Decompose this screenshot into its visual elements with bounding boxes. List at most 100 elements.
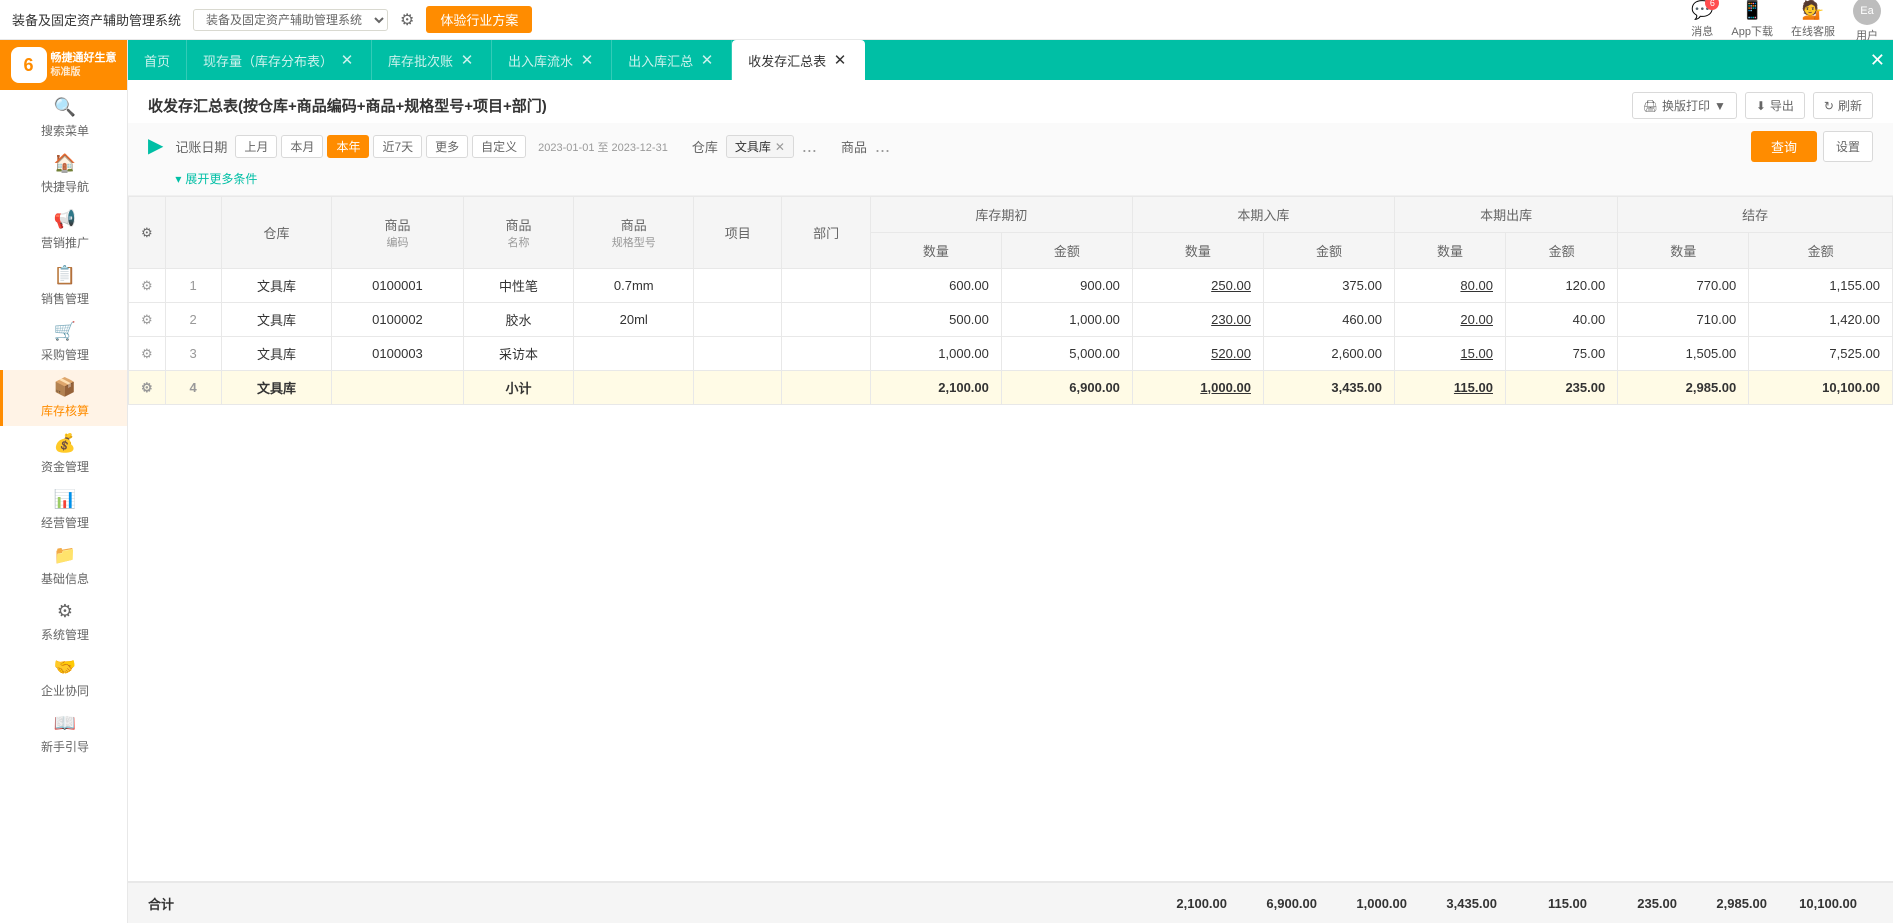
col-settings-header[interactable]: ⚙ <box>129 197 166 269</box>
tab-recv-send-summary-close[interactable]: ✕ <box>832 52 848 68</box>
row-out-qty[interactable]: 80.00 <box>1394 269 1505 303</box>
col-in-qty: 数量 <box>1132 233 1263 269</box>
tab-batch[interactable]: 库存批次账 ✕ <box>372 40 492 80</box>
tab-bar-close-all[interactable]: ✕ <box>1870 50 1893 71</box>
sidebar-item-system[interactable]: ⚙ 系统管理 <box>0 594 127 650</box>
tab-inout-summary[interactable]: 出入库汇总 ✕ <box>612 40 732 80</box>
message-icon-group[interactable]: 💬 6 消息 <box>1691 0 1713 39</box>
row-project <box>694 269 782 303</box>
row-code: 0100003 <box>332 337 463 371</box>
query-button[interactable]: 查询 <box>1751 131 1817 162</box>
sidebar-item-guide[interactable]: 📖 新手引导 <box>0 706 127 762</box>
row-goods-name: 小计 <box>463 371 574 405</box>
settings-icon[interactable]: ⚙ <box>400 10 414 30</box>
sidebar-item-quick[interactable]: 🏠 快捷导航 <box>0 146 127 202</box>
export-button[interactable]: ⬇ 导出 <box>1745 92 1805 119</box>
tab-home-label: 首页 <box>144 51 170 70</box>
avatar: Ea <box>1853 0 1881 25</box>
date-btn-last-month[interactable]: 上月 <box>235 135 277 158</box>
date-btn-more[interactable]: 更多 <box>426 135 468 158</box>
sidebar-item-label-purchase: 采购管理 <box>41 346 89 363</box>
warehouse-filter-label: 仓库 <box>692 137 718 156</box>
system-selector[interactable]: 装备及固定资产辅助管理系统 <box>193 9 388 31</box>
footer-out-qty: 115.00 <box>1513 896 1603 911</box>
tab-inout-summary-close[interactable]: ✕ <box>699 52 715 68</box>
tab-recv-send-summary[interactable]: 收发存汇总表 ✕ <box>732 40 865 80</box>
date-btn-this-year[interactable]: 本年 <box>327 135 369 158</box>
row-out-qty[interactable]: 15.00 <box>1394 337 1505 371</box>
row-settings[interactable]: ⚙ <box>129 337 166 371</box>
expand-label: 展开更多条件 <box>185 170 257 187</box>
row-settings[interactable]: ⚙ <box>129 303 166 337</box>
page-actions: 🖨 换版打印 ▼ ⬇ 导出 ↻ 刷新 <box>1632 92 1873 119</box>
print-icon: 🖨 <box>1643 99 1658 113</box>
app-download-icon-group[interactable]: 📱 App下载 <box>1731 0 1773 39</box>
tab-recv-send-summary-label: 收发存汇总表 <box>748 51 826 70</box>
col-group-in: 本期入库 <box>1132 197 1394 233</box>
sidebar-item-sales[interactable]: 📋 销售管理 <box>0 258 127 314</box>
date-btn-custom[interactable]: 自定义 <box>472 135 526 158</box>
sidebar-item-inventory[interactable]: 📦 库存核算 <box>0 370 127 426</box>
row-in-amt: 460.00 <box>1263 303 1394 337</box>
row-in-qty[interactable]: 1,000.00 <box>1132 371 1263 405</box>
row-in-qty[interactable]: 230.00 <box>1132 303 1263 337</box>
row-warehouse: 文具库 <box>221 337 332 371</box>
row-out-qty[interactable]: 115.00 <box>1394 371 1505 405</box>
warehouse-tag-close[interactable]: ✕ <box>775 140 785 154</box>
row-open-amt: 1,000.00 <box>1001 303 1132 337</box>
row-in-qty[interactable]: 520.00 <box>1132 337 1263 371</box>
data-table: ⚙ 仓库 商品编码 商品名称 商品规格型号 项目 部门 库存期初 本期入库 本 <box>128 196 1893 405</box>
col-spec-header: 商品规格型号 <box>574 197 694 269</box>
row-warehouse: 文具库 <box>221 269 332 303</box>
row-settings[interactable]: ⚙ <box>129 371 166 405</box>
sidebar-item-marketing[interactable]: 📢 营销推广 <box>0 202 127 258</box>
row-out-qty[interactable]: 20.00 <box>1394 303 1505 337</box>
date-btn-7days[interactable]: 近7天 <box>373 135 422 158</box>
date-btn-this-month[interactable]: 本月 <box>281 135 323 158</box>
setting-button[interactable]: 设置 <box>1823 131 1873 162</box>
tab-batch-close[interactable]: ✕ <box>459 52 475 68</box>
sidebar-item-basic[interactable]: 📁 基础信息 <box>0 538 127 594</box>
goods-more-icon[interactable]: ... <box>875 136 890 157</box>
tab-stock-dist-close[interactable]: ✕ <box>339 52 355 68</box>
col-project-header: 项目 <box>694 197 782 269</box>
warehouse-filter-tag[interactable]: 文具库 ✕ <box>726 135 794 158</box>
row-in-qty[interactable]: 250.00 <box>1132 269 1263 303</box>
footer-in-amt: 3,435.00 <box>1423 896 1513 911</box>
row-bal-qty: 710.00 <box>1618 303 1749 337</box>
row-dept <box>782 303 870 337</box>
system-icon: ⚙ <box>57 601 73 622</box>
row-num: 2 <box>165 303 221 337</box>
service-icon-group[interactable]: 💁 在线客服 <box>1791 0 1835 39</box>
col-out-qty: 数量 <box>1394 233 1505 269</box>
row-num: 1 <box>165 269 221 303</box>
expand-arrow-icon[interactable]: ▶ <box>148 133 163 158</box>
col-warehouse-header: 仓库 <box>221 197 332 269</box>
tab-home[interactable]: 首页 <box>128 40 187 80</box>
refresh-button[interactable]: ↻ 刷新 <box>1813 92 1873 119</box>
tab-stock-dist[interactable]: 现存量（库存分布表） ✕ <box>187 40 372 80</box>
row-project <box>694 371 782 405</box>
sidebar-item-label-quick: 快捷导航 <box>41 178 89 195</box>
row-settings[interactable]: ⚙ <box>129 269 166 303</box>
sidebar-item-operations[interactable]: 📊 经营管理 <box>0 482 127 538</box>
print-button[interactable]: 🖨 换版打印 ▼ <box>1632 92 1737 119</box>
sidebar-item-coop[interactable]: 🤝 企业协同 <box>0 650 127 706</box>
finance-icon: 💰 <box>54 433 76 454</box>
footer-label: 合计 <box>148 894 468 913</box>
expand-more-conditions-btn[interactable]: ▾ 展开更多条件 <box>175 170 1873 187</box>
sidebar-item-purchase[interactable]: 🛒 采购管理 <box>0 314 127 370</box>
sidebar-item-search[interactable]: 🔍 搜索菜单 <box>0 90 127 146</box>
tab-inout-flow[interactable]: 出入库流水 ✕ <box>492 40 612 80</box>
col-open-amt: 金额 <box>1001 233 1132 269</box>
row-goods-name: 胶水 <box>463 303 574 337</box>
tab-inout-flow-close[interactable]: ✕ <box>579 52 595 68</box>
col-open-qty: 数量 <box>870 233 1001 269</box>
warehouse-more-icon[interactable]: ... <box>802 136 817 157</box>
user-icon-group[interactable]: Ea 用户 <box>1853 0 1881 43</box>
sidebar-logo-subtitle: 标准版 <box>51 66 117 79</box>
sidebar-item-finance[interactable]: 💰 资金管理 <box>0 426 127 482</box>
date-buttons: 上月 本月 本年 近7天 更多 自定义 <box>235 135 526 158</box>
try-button[interactable]: 体验行业方案 <box>426 6 532 33</box>
col-goods-name-header: 商品名称 <box>463 197 574 269</box>
